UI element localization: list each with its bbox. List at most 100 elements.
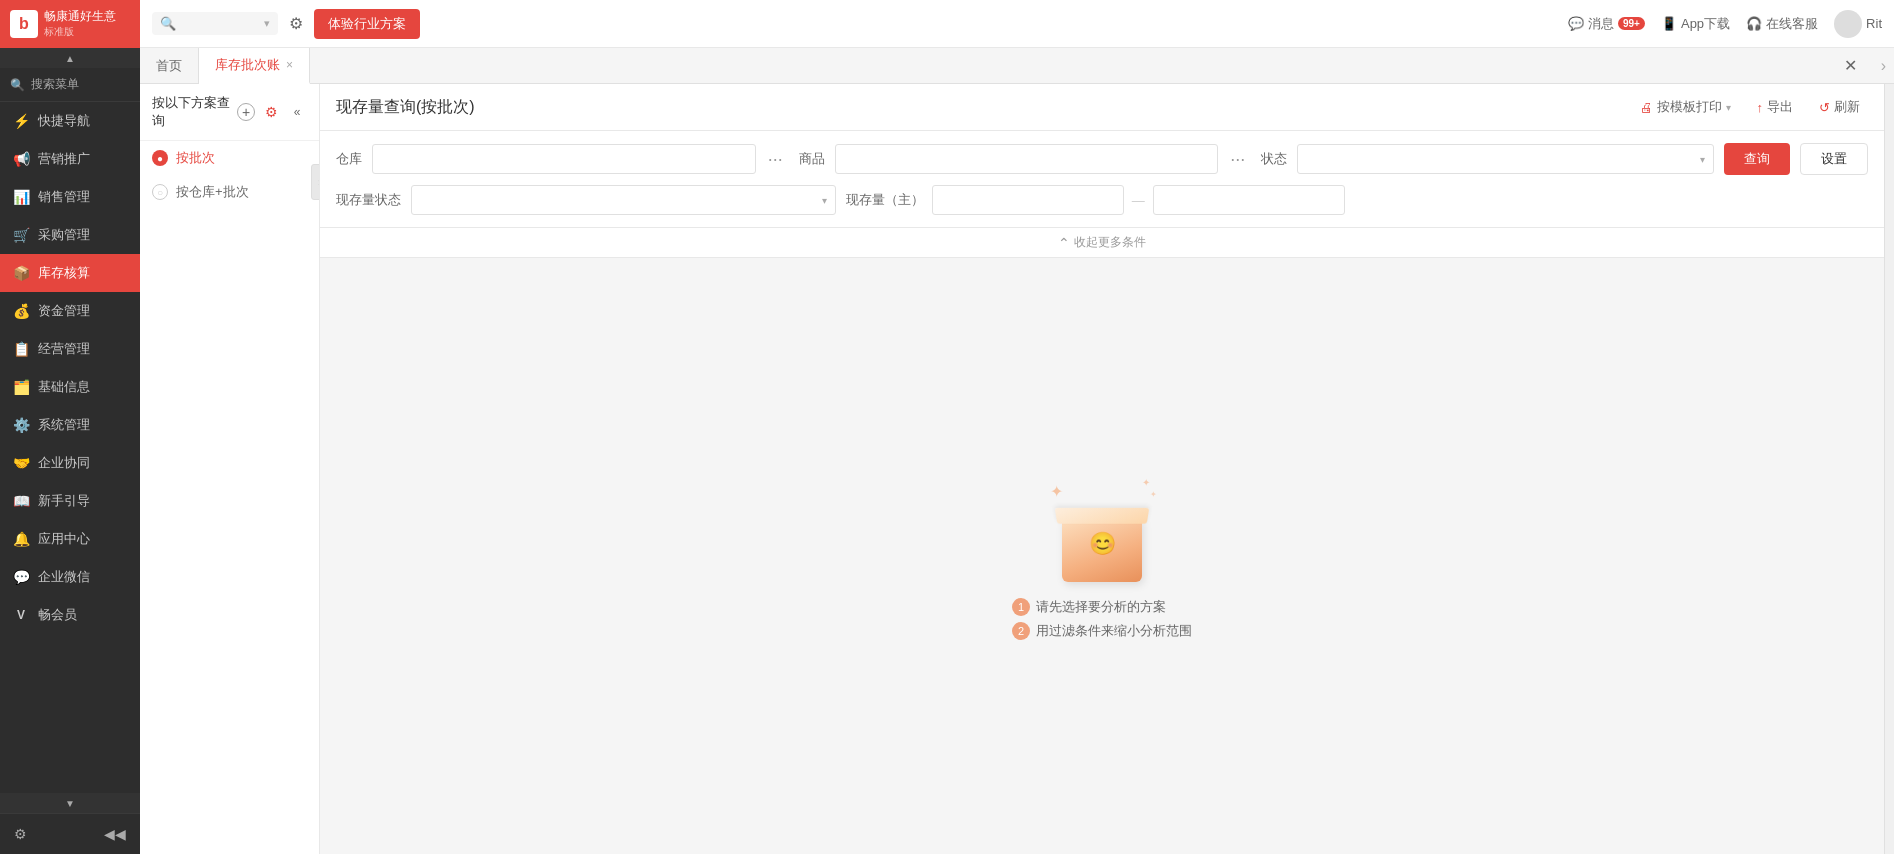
operations-icon: 📋 — [12, 340, 30, 358]
topbar-search-input[interactable] — [180, 17, 260, 31]
add-scheme-btn[interactable]: + — [237, 103, 255, 121]
scroll-up-arrow[interactable]: ▲ — [0, 48, 140, 68]
collapse-more-label: 收起更多条件 — [1074, 234, 1146, 251]
sidebar-footer: ⚙ ◀◀ — [0, 813, 140, 854]
wechat-icon: 💬 — [12, 568, 30, 586]
page-content: 按以下方案查询 + ⚙ « ● 按批次 ○ 按仓库+批次 › 现存量查询(按批次… — [140, 84, 1894, 854]
sidebar-item-inventory[interactable]: 📦 库存核算 — [0, 254, 140, 292]
collapse-sidebar-btn[interactable]: ◀◀ — [100, 822, 130, 846]
product-input[interactable] — [835, 144, 1219, 174]
status-dropdown-icon: ▾ — [1700, 154, 1705, 165]
scheme-dot-inactive: ○ — [152, 184, 168, 200]
sidebar-item-marketing[interactable]: 📢 营销推广 — [0, 140, 140, 178]
print-dropdown-icon[interactable]: ▾ — [1726, 102, 1731, 113]
marketing-icon: 📢 — [12, 150, 30, 168]
scheme-settings-btn[interactable]: ⚙ — [261, 102, 281, 122]
status-select[interactable]: ▾ — [1297, 144, 1714, 174]
system-icon: ⚙️ — [12, 416, 30, 434]
filter-bar: 仓库 ··· 商品 ··· 状态 ▾ — [320, 131, 1884, 228]
user-name: Rit — [1866, 16, 1882, 31]
scroll-down-arrow[interactable]: ▼ — [0, 793, 140, 813]
sidebar-item-label: 采购管理 — [38, 226, 90, 244]
warehouse-input[interactable] — [372, 144, 756, 174]
finance-icon: 💰 — [12, 302, 30, 320]
collapse-more-btn[interactable]: ⌃ 收起更多条件 — [320, 228, 1884, 258]
scheme-warehouse-batch-label: 按仓库+批次 — [176, 183, 249, 201]
print-icon: 🖨 — [1640, 100, 1653, 115]
topbar-dropdown-icon[interactable]: ▾ — [264, 17, 270, 30]
scheme-item-batch[interactable]: ● 按批次 — [140, 141, 319, 175]
sidebar-item-operations[interactable]: 📋 经营管理 — [0, 330, 140, 368]
sidebar-item-system[interactable]: ⚙️ 系统管理 — [0, 406, 140, 444]
page-title-bar: 现存量查询(按批次) 🖨 按模板打印 ▾ ↑ 导出 ↺ 刷新 — [320, 84, 1884, 131]
refresh-label: 刷新 — [1834, 98, 1860, 116]
sidebar-item-finance[interactable]: 💰 资金管理 — [0, 292, 140, 330]
export-icon: ↑ — [1757, 100, 1764, 115]
settings-btn[interactable]: 设置 — [1800, 143, 1868, 175]
tip-number-2: 2 — [1012, 622, 1030, 640]
sidebar-item-enterprise[interactable]: 🤝 企业协同 — [0, 444, 140, 482]
sidebar-item-guide[interactable]: 📖 新手引导 — [0, 482, 140, 520]
sidebar-item-wechat[interactable]: 💬 企业微信 — [0, 558, 140, 596]
sidebar-item-quick-nav[interactable]: ⚡ 快捷导航 — [0, 102, 140, 140]
topbar-search-box[interactable]: 🔍 ▾ — [152, 12, 278, 35]
tip-number-1: 1 — [1012, 598, 1030, 616]
sidebar-item-basic[interactable]: 🗂️ 基础信息 — [0, 368, 140, 406]
print-btn[interactable]: 🖨 按模板打印 ▾ — [1632, 94, 1739, 120]
tab-active-label: 库存批次账 — [215, 56, 280, 74]
scheme-item-warehouse-batch[interactable]: ○ 按仓库+批次 — [140, 175, 319, 209]
messages-icon: 💬 — [1568, 16, 1584, 31]
export-btn[interactable]: ↑ 导出 — [1749, 94, 1802, 120]
sidebar-item-sales[interactable]: 📊 销售管理 — [0, 178, 140, 216]
right-scrollbar[interactable] — [1884, 84, 1894, 854]
online-service-label: 在线客服 — [1766, 15, 1818, 33]
warehouse-more-btn[interactable]: ··· — [762, 150, 789, 168]
tip-text-2: 用过滤条件来缩小分析范围 — [1036, 622, 1192, 640]
sales-icon: 📊 — [12, 188, 30, 206]
app-title: 畅康通好生意 标准版 — [44, 9, 116, 39]
sidebar-item-purchase[interactable]: 🛒 采购管理 — [0, 216, 140, 254]
sidebar-item-label: 销售管理 — [38, 188, 90, 206]
product-more-btn[interactable]: ··· — [1224, 150, 1251, 168]
user-profile-btn[interactable]: Rit — [1834, 10, 1882, 38]
app-download-btn[interactable]: 📱 App下载 — [1661, 15, 1730, 33]
quantity-max-input[interactable] — [1153, 185, 1345, 215]
topbar: 🔍 ▾ ⚙ 体验行业方案 💬 消息 99+ 📱 App下载 🎧 在线客服 R — [140, 0, 1894, 48]
quantity-label: 现存量（主） — [846, 191, 928, 209]
tab-expand-btn[interactable]: › — [1873, 57, 1894, 75]
purchase-icon: 🛒 — [12, 226, 30, 244]
tabs-bar: 首页 库存批次账 × ✕ › — [140, 48, 1894, 84]
inventory-status-select[interactable]: ▾ — [411, 185, 836, 215]
scheme-panel: 按以下方案查询 + ⚙ « ● 按批次 ○ 按仓库+批次 › — [140, 84, 320, 854]
tab-close-btn[interactable]: × — [286, 59, 293, 71]
empty-illustration: 😊 ✦ ✦ ✦ — [1042, 472, 1162, 582]
topbar-settings-icon[interactable]: ⚙ — [286, 14, 306, 34]
refresh-btn[interactable]: ↺ 刷新 — [1811, 94, 1868, 120]
sidebar-item-appstore[interactable]: 🔔 应用中心 — [0, 520, 140, 558]
search-menu-btn[interactable]: 🔍 搜索菜单 — [0, 68, 140, 102]
empty-state: 😊 ✦ ✦ ✦ 1 请先选择要分析的方案 2 — [320, 258, 1884, 854]
box-lid — [1055, 508, 1150, 524]
quantity-min-input[interactable] — [932, 185, 1124, 215]
query-btn[interactable]: 查询 — [1724, 143, 1790, 175]
warehouse-label: 仓库 — [336, 150, 366, 168]
settings-footer-icon[interactable]: ⚙ — [10, 822, 31, 846]
tab-home[interactable]: 首页 — [140, 48, 199, 84]
messages-btn[interactable]: 💬 消息 99+ — [1568, 15, 1645, 33]
sidebar-item-label: 营销推广 — [38, 150, 90, 168]
collapse-panel-btn[interactable]: › — [311, 164, 320, 200]
experience-btn[interactable]: 体验行业方案 — [314, 9, 420, 39]
tab-panel-close-btn[interactable]: ✕ — [1832, 48, 1869, 84]
scheme-batch-label: 按批次 — [176, 149, 215, 167]
quick-nav-icon: ⚡ — [12, 112, 30, 130]
box-face: 😊 — [1089, 531, 1116, 557]
tab-inventory-batch[interactable]: 库存批次账 × — [199, 48, 310, 84]
sidebar-item-label: 企业微信 — [38, 568, 90, 586]
sidebar: b 畅康通好生意 标准版 ▲ 🔍 搜索菜单 ⚡ 快捷导航 📢 营销推广 📊 销售… — [0, 0, 140, 854]
sidebar-item-members[interactable]: V 畅会员 — [0, 596, 140, 634]
online-service-btn[interactable]: 🎧 在线客服 — [1746, 15, 1818, 33]
scheme-header-actions: + ⚙ « — [237, 102, 307, 122]
sidebar-item-label: 资金管理 — [38, 302, 90, 320]
scheme-collapse-btn[interactable]: « — [287, 102, 307, 122]
status-filter: 状态 ▾ — [1261, 144, 1714, 174]
